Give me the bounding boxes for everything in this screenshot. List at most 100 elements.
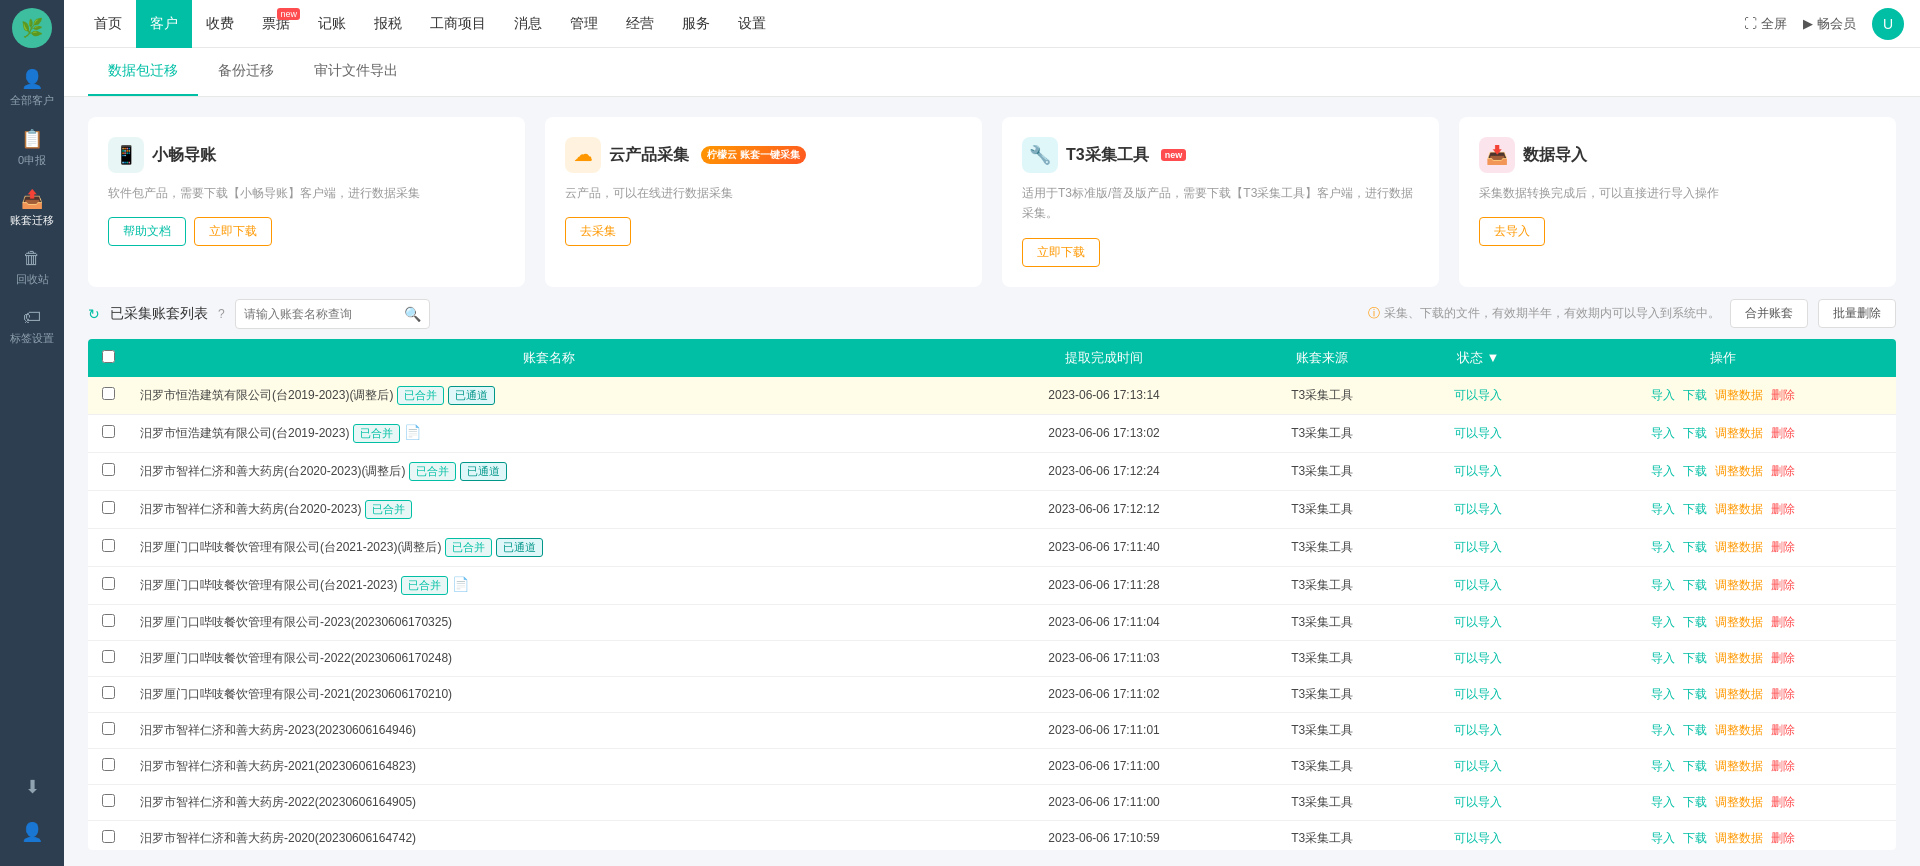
adjust-link[interactable]: 调整数据	[1715, 578, 1763, 592]
nav-business[interactable]: 工商项目	[416, 0, 500, 48]
search-button[interactable]: 🔍	[404, 306, 421, 322]
adjust-link[interactable]: 调整数据	[1715, 723, 1763, 737]
batch-delete-button[interactable]: 批量删除	[1818, 299, 1896, 328]
adjust-link[interactable]: 调整数据	[1715, 464, 1763, 478]
download-link[interactable]: 下载	[1683, 388, 1707, 402]
row-checkbox-cell[interactable]	[88, 640, 128, 676]
row-checkbox-cell[interactable]	[88, 490, 128, 528]
row-checkbox[interactable]	[102, 830, 115, 843]
nav-management[interactable]: 管理	[556, 0, 612, 48]
delete-link[interactable]: 删除	[1771, 578, 1795, 592]
delete-link[interactable]: 删除	[1771, 831, 1795, 845]
import-link[interactable]: 导入	[1651, 615, 1675, 629]
col-checkbox[interactable]	[88, 339, 128, 377]
import-link[interactable]: 导入	[1651, 651, 1675, 665]
download-link[interactable]: 下载	[1683, 795, 1707, 809]
sidebar-item-account-migrate[interactable]: 📤 账套迁移	[0, 178, 64, 238]
row-checkbox[interactable]	[102, 758, 115, 771]
adjust-link[interactable]: 调整数据	[1715, 687, 1763, 701]
row-checkbox-cell[interactable]	[88, 604, 128, 640]
sidebar-item-all-clients[interactable]: 👤 全部客户	[0, 58, 64, 118]
download-link[interactable]: 下载	[1683, 831, 1707, 845]
download-link[interactable]: 下载	[1683, 687, 1707, 701]
download-link[interactable]: 下载	[1683, 578, 1707, 592]
adjust-link[interactable]: 调整数据	[1715, 426, 1763, 440]
sidebar-item-recycle[interactable]: 🗑 回收站	[0, 238, 64, 297]
delete-link[interactable]: 删除	[1771, 502, 1795, 516]
goto-collect-button[interactable]: 去采集	[565, 217, 631, 246]
row-checkbox-cell[interactable]	[88, 712, 128, 748]
download-link[interactable]: 下载	[1683, 426, 1707, 440]
download-link[interactable]: 下载	[1683, 540, 1707, 554]
row-checkbox-cell[interactable]	[88, 414, 128, 452]
adjust-link[interactable]: 调整数据	[1715, 759, 1763, 773]
row-checkbox[interactable]	[102, 722, 115, 735]
delete-link[interactable]: 删除	[1771, 687, 1795, 701]
row-checkbox[interactable]	[102, 425, 115, 438]
sidebar-item-user[interactable]: 👤	[0, 811, 64, 856]
member-button[interactable]: ▶ 畅会员	[1803, 15, 1856, 33]
sidebar-item-zero-report[interactable]: 📋 0申报	[0, 118, 64, 178]
import-link[interactable]: 导入	[1651, 388, 1675, 402]
row-checkbox[interactable]	[102, 794, 115, 807]
nav-tax[interactable]: 报税	[360, 0, 416, 48]
import-link[interactable]: 导入	[1651, 795, 1675, 809]
nav-message[interactable]: 消息	[500, 0, 556, 48]
adjust-link[interactable]: 调整数据	[1715, 540, 1763, 554]
row-checkbox-cell[interactable]	[88, 566, 128, 604]
sidebar-item-tag-settings[interactable]: 🏷 标签设置	[0, 297, 64, 356]
help-doc-button[interactable]: 帮助文档	[108, 217, 186, 246]
download-link[interactable]: 下载	[1683, 759, 1707, 773]
import-link[interactable]: 导入	[1651, 426, 1675, 440]
adjust-link[interactable]: 调整数据	[1715, 831, 1763, 845]
nav-invoice[interactable]: 票据 new	[248, 0, 304, 48]
help-icon[interactable]: ?	[218, 307, 225, 321]
import-link[interactable]: 导入	[1651, 464, 1675, 478]
row-checkbox-cell[interactable]	[88, 784, 128, 820]
row-checkbox-cell[interactable]	[88, 528, 128, 566]
delete-link[interactable]: 删除	[1771, 651, 1795, 665]
nav-client[interactable]: 客户	[136, 0, 192, 48]
delete-link[interactable]: 删除	[1771, 615, 1795, 629]
row-checkbox[interactable]	[102, 387, 115, 400]
download-link[interactable]: 下载	[1683, 464, 1707, 478]
select-all-checkbox[interactable]	[102, 350, 115, 363]
download-link[interactable]: 下载	[1683, 723, 1707, 737]
delete-link[interactable]: 删除	[1771, 464, 1795, 478]
download-link[interactable]: 下载	[1683, 615, 1707, 629]
avatar[interactable]: U	[1872, 8, 1904, 40]
logo[interactable]: 🌿	[12, 8, 52, 48]
tab-data-migrate[interactable]: 数据包迁移	[88, 48, 198, 96]
adjust-link[interactable]: 调整数据	[1715, 388, 1763, 402]
row-checkbox[interactable]	[102, 501, 115, 514]
import-link[interactable]: 导入	[1651, 502, 1675, 516]
row-checkbox-cell[interactable]	[88, 748, 128, 784]
download-now-button[interactable]: 立即下载	[194, 217, 272, 246]
import-link[interactable]: 导入	[1651, 578, 1675, 592]
refresh-icon[interactable]: ↻	[88, 306, 100, 322]
nav-billing[interactable]: 收费	[192, 0, 248, 48]
tab-backup-migrate[interactable]: 备份迁移	[198, 48, 294, 96]
adjust-link[interactable]: 调整数据	[1715, 615, 1763, 629]
delete-link[interactable]: 删除	[1771, 540, 1795, 554]
nav-settings[interactable]: 设置	[724, 0, 780, 48]
search-input[interactable]	[244, 300, 404, 328]
adjust-link[interactable]: 调整数据	[1715, 502, 1763, 516]
adjust-link[interactable]: 调整数据	[1715, 795, 1763, 809]
nav-bookkeeping[interactable]: 记账	[304, 0, 360, 48]
row-checkbox[interactable]	[102, 650, 115, 663]
row-checkbox[interactable]	[102, 614, 115, 627]
import-link[interactable]: 导入	[1651, 831, 1675, 845]
import-link[interactable]: 导入	[1651, 540, 1675, 554]
import-link[interactable]: 导入	[1651, 759, 1675, 773]
fullscreen-button[interactable]: ⛶ 全屏	[1744, 15, 1787, 33]
row-checkbox[interactable]	[102, 686, 115, 699]
delete-link[interactable]: 删除	[1771, 388, 1795, 402]
delete-link[interactable]: 删除	[1771, 759, 1795, 773]
row-checkbox[interactable]	[102, 577, 115, 590]
adjust-link[interactable]: 调整数据	[1715, 651, 1763, 665]
import-link[interactable]: 导入	[1651, 687, 1675, 701]
download-t3-button[interactable]: 立即下载	[1022, 238, 1100, 267]
row-checkbox[interactable]	[102, 463, 115, 476]
nav-home[interactable]: 首页	[80, 0, 136, 48]
